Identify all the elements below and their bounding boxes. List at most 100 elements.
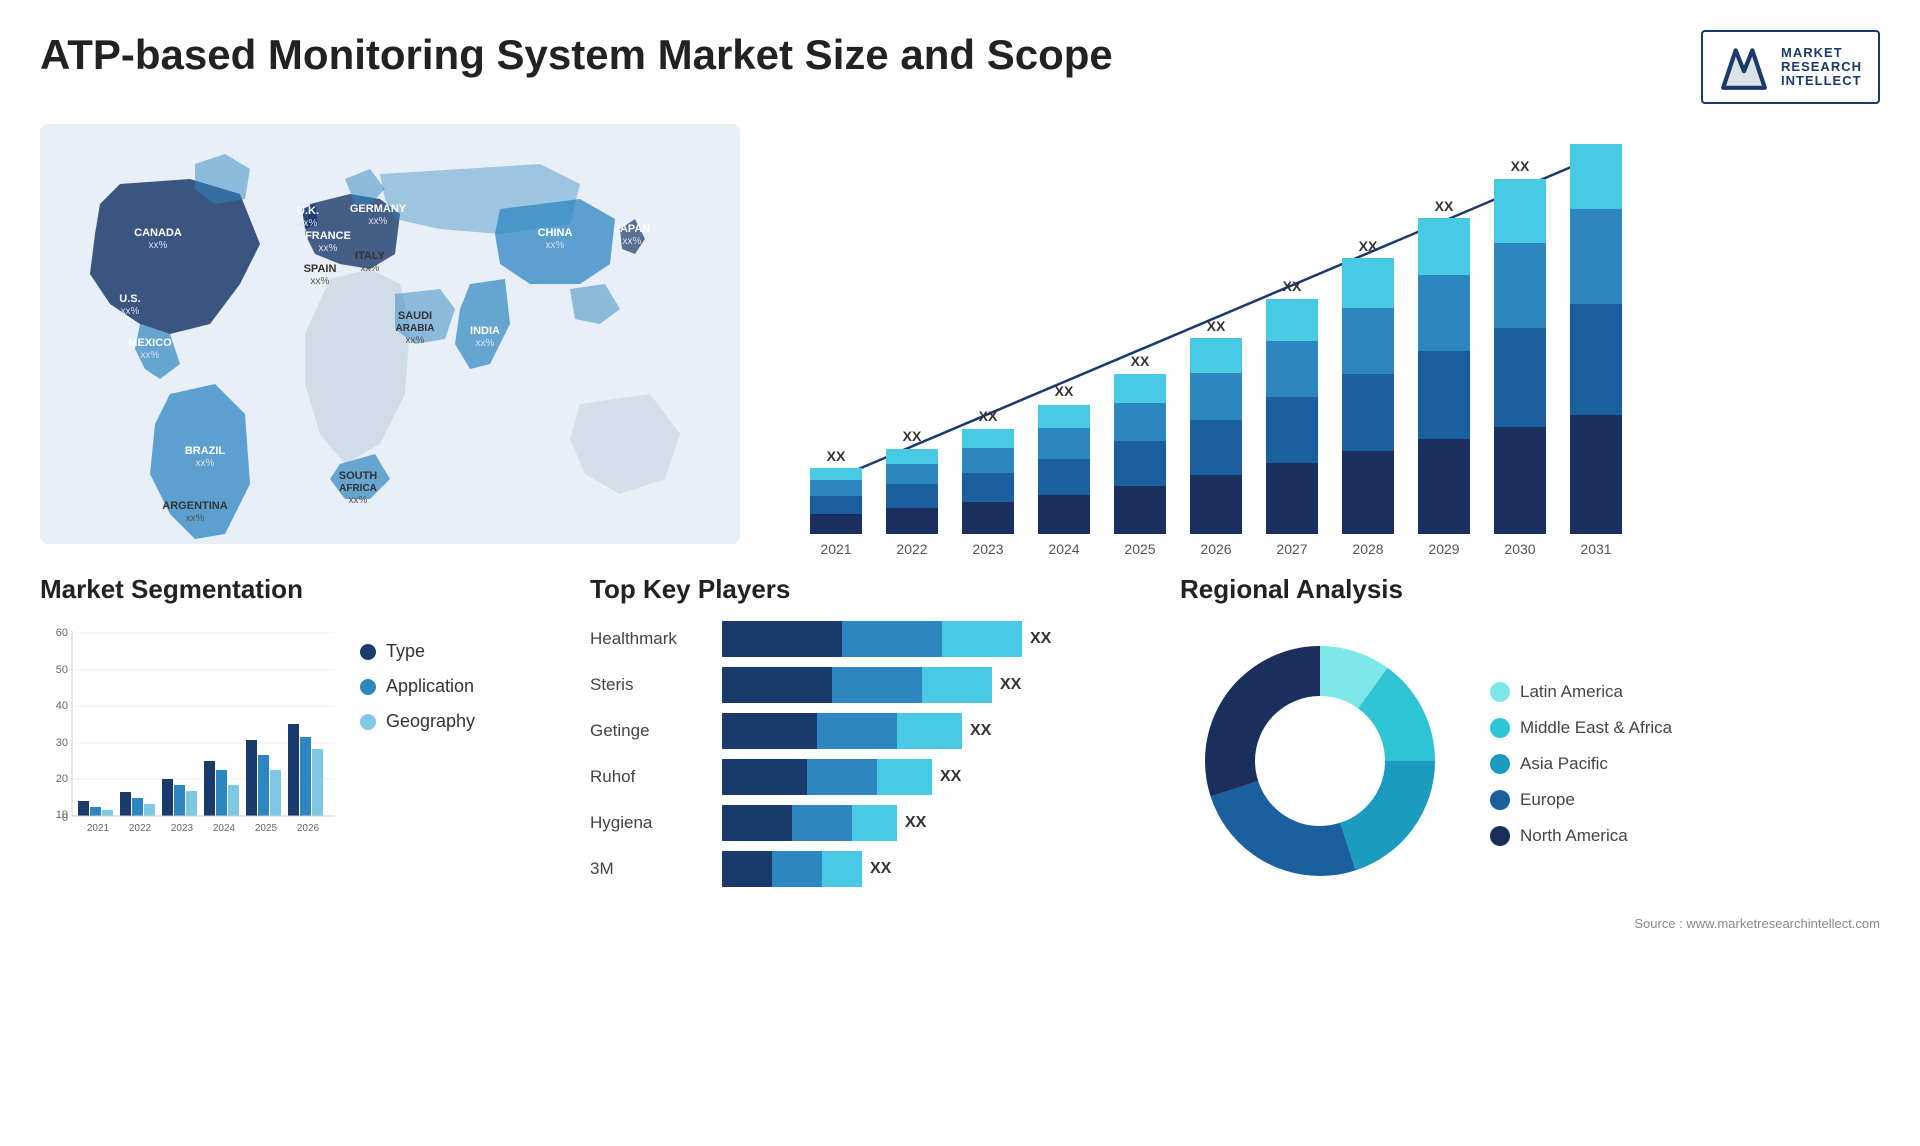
svg-text:XX: XX (827, 448, 846, 464)
legend-middle-east: Middle East & Africa (1490, 718, 1672, 738)
svg-text:2029: 2029 (1428, 541, 1459, 557)
svg-text:2024: 2024 (1048, 541, 1079, 557)
svg-text:xx%: xx% (623, 236, 642, 247)
svg-text:XX: XX (1359, 238, 1378, 254)
player-row-healthmark: Healthmark XX (590, 621, 1150, 657)
top-section: CANADA xx% U.S. xx% MEXICO xx% BRAZIL xx… (40, 124, 1880, 544)
player-bar (722, 713, 962, 749)
player-bar-wrap: XX (722, 851, 1150, 887)
player-bar (722, 805, 897, 841)
player-bar-wrap: XX (722, 713, 1150, 749)
svg-text:SOUTH: SOUTH (339, 470, 378, 482)
middle-east-color (1490, 718, 1510, 738)
legend-asia-pacific: Asia Pacific (1490, 754, 1672, 774)
world-map-svg: CANADA xx% U.S. xx% MEXICO xx% BRAZIL xx… (40, 124, 740, 544)
latin-america-color (1490, 682, 1510, 702)
svg-text:2023: 2023 (171, 823, 194, 834)
svg-text:0: 0 (62, 812, 68, 824)
regional-legend: Latin America Middle East & Africa Asia … (1490, 682, 1672, 846)
svg-text:xx%: xx% (406, 335, 425, 346)
players-list: Healthmark XX Steris (590, 621, 1150, 887)
players-section: Top Key Players Healthmark XX Steris (590, 574, 1150, 931)
players-title: Top Key Players (590, 574, 1150, 605)
seg-legend-type: Type (360, 641, 475, 662)
svg-text:2024: 2024 (213, 823, 236, 834)
logo-text: MARKET RESEARCH INTELLECT (1781, 46, 1862, 89)
player-bar-wrap: XX (722, 621, 1150, 657)
svg-text:xx%: xx% (349, 495, 368, 506)
svg-text:XX: XX (1511, 158, 1530, 174)
svg-text:BRAZIL: BRAZIL (185, 445, 226, 457)
europe-color (1490, 790, 1510, 810)
svg-text:xx%: xx% (121, 306, 140, 317)
svg-text:xx%: xx% (546, 240, 565, 251)
svg-text:xx%: xx% (369, 216, 388, 227)
legend-europe: Europe (1490, 790, 1672, 810)
svg-text:U.S.: U.S. (119, 293, 140, 305)
svg-text:CANADA: CANADA (134, 227, 182, 239)
svg-text:XX: XX (1131, 353, 1150, 369)
svg-text:xx%: xx% (311, 276, 330, 287)
segmentation-chart-svg: 60 50 40 30 20 10 (40, 621, 340, 841)
svg-text:XX: XX (903, 428, 922, 444)
application-dot (360, 679, 376, 695)
svg-text:XX: XX (979, 408, 998, 424)
legend-latin-america: Latin America (1490, 682, 1672, 702)
donut-chart (1180, 621, 1460, 906)
svg-text:CHINA: CHINA (538, 227, 573, 239)
geography-dot (360, 714, 376, 730)
svg-text:XX: XX (1055, 383, 1074, 399)
player-row-ruhof: Ruhof XX (590, 759, 1150, 795)
page-title: ATP-based Monitoring System Market Size … (40, 30, 1113, 80)
svg-text:2021: 2021 (87, 823, 110, 834)
bar-chart-svg: XX2021XX2022XX2023XX2024XX2025XX2026XX20… (780, 144, 1640, 564)
svg-text:2025: 2025 (1124, 541, 1155, 557)
svg-text:60: 60 (56, 627, 68, 639)
seg-chart-area: 60 50 40 30 20 10 (40, 621, 560, 846)
svg-text:xx%: xx% (141, 350, 160, 361)
seg-chart-svg-wrap: 60 50 40 30 20 10 (40, 621, 340, 846)
legend-north-america: North America (1490, 826, 1672, 846)
svg-text:MEXICO: MEXICO (128, 337, 172, 349)
svg-text:ARGENTINA: ARGENTINA (162, 500, 227, 512)
svg-text:xx%: xx% (319, 243, 338, 254)
svg-text:2028: 2028 (1352, 541, 1383, 557)
svg-text:XX: XX (1283, 278, 1302, 294)
logo: MARKET RESEARCH INTELLECT (1701, 30, 1880, 104)
svg-text:xx%: xx% (186, 513, 205, 524)
source-text: Source : www.marketresearchintellect.com (1180, 916, 1880, 931)
svg-text:JAPAN: JAPAN (614, 223, 651, 235)
logo-icon (1719, 42, 1769, 92)
seg-legend-geography: Geography (360, 711, 475, 732)
player-bar-wrap: XX (722, 805, 1150, 841)
svg-text:xx%: xx% (149, 240, 168, 251)
svg-text:2026: 2026 (297, 823, 320, 834)
svg-text:XX: XX (1435, 198, 1454, 214)
svg-text:SAUDI: SAUDI (398, 310, 432, 322)
svg-text:2022: 2022 (896, 541, 927, 557)
svg-text:xx%: xx% (196, 458, 215, 469)
svg-text:ARABIA: ARABIA (396, 323, 435, 334)
svg-text:xx%: xx% (361, 263, 380, 274)
svg-text:2026: 2026 (1200, 541, 1231, 557)
svg-text:GERMANY: GERMANY (350, 203, 407, 215)
svg-text:xx%: xx% (299, 218, 318, 229)
north-america-color (1490, 826, 1510, 846)
regional-chart-area: Latin America Middle East & Africa Asia … (1180, 621, 1880, 906)
svg-text:2027: 2027 (1276, 541, 1307, 557)
player-bar (722, 667, 992, 703)
svg-text:INDIA: INDIA (470, 325, 500, 337)
seg-legend-application: Application (360, 676, 475, 697)
player-bar-wrap: XX (722, 759, 1150, 795)
player-row-getinge: Getinge XX (590, 713, 1150, 749)
svg-text:30: 30 (56, 737, 68, 749)
svg-text:2022: 2022 (129, 823, 152, 834)
bottom-section: Market Segmentation 60 50 40 30 20 10 (40, 574, 1880, 931)
page-container: ATP-based Monitoring System Market Size … (0, 0, 1920, 1146)
svg-text:50: 50 (56, 664, 68, 676)
svg-text:FRANCE: FRANCE (305, 230, 351, 242)
asia-pacific-color (1490, 754, 1510, 774)
player-bar (722, 621, 1022, 657)
svg-text:2030: 2030 (1504, 541, 1535, 557)
svg-text:XX: XX (1207, 318, 1226, 334)
